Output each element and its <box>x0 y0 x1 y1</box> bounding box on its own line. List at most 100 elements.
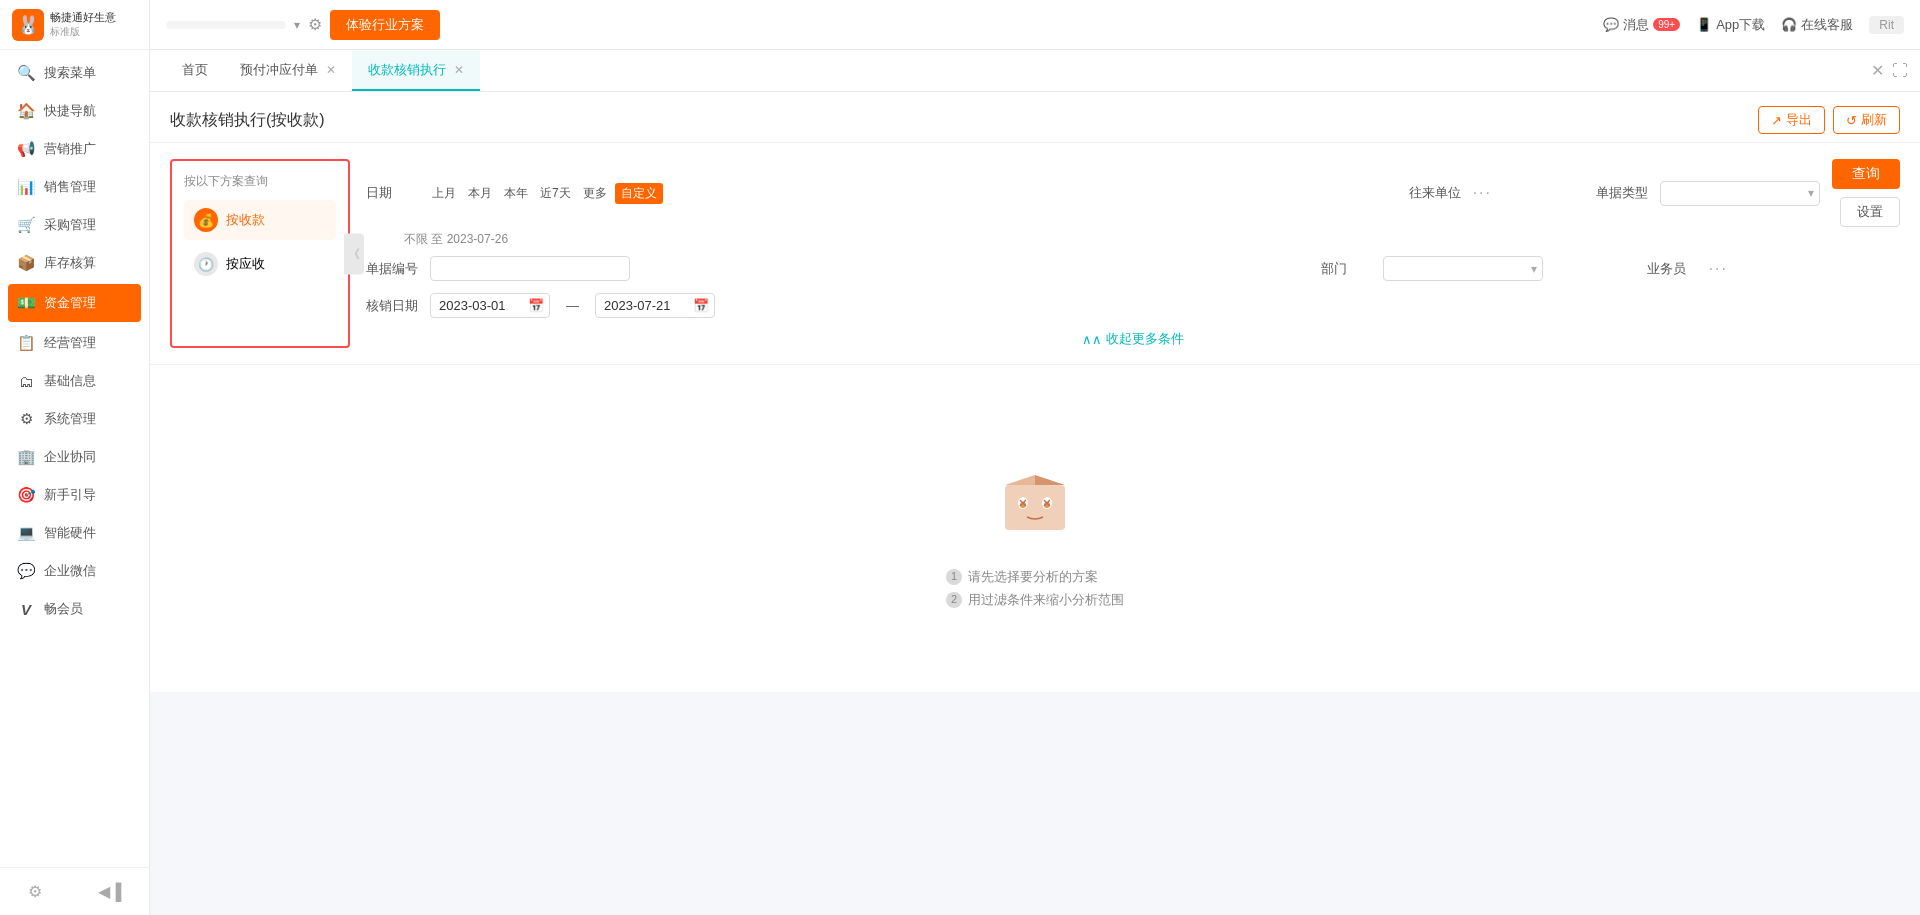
finance-icon: 💵 <box>16 294 36 312</box>
topbar-dropdown-arrow[interactable]: ▾ <box>294 18 300 32</box>
refresh-button[interactable]: ↺ 刷新 <box>1833 106 1900 134</box>
marketing-icon: 📢 <box>16 140 36 158</box>
verify-date-start-icon: 📅 <box>528 298 544 313</box>
sidebar-item-member[interactable]: V 畅会员 <box>0 590 149 628</box>
message-icon: 💬 <box>1603 17 1619 32</box>
sidebar-item-label: 营销推广 <box>44 140 96 158</box>
query-option-by-receivable[interactable]: 🕐 按应收 <box>184 244 336 284</box>
sidebar-item-basic-info[interactable]: 🗂 基础信息 <box>0 362 149 400</box>
sidebar-item-operations[interactable]: 📋 经营管理 <box>0 324 149 362</box>
date-label: 日期 <box>366 184 416 202</box>
tip-row-2: 2 用过滤条件来缩小分析范围 <box>946 588 1124 611</box>
message-item[interactable]: 💬 消息 99+ <box>1603 16 1680 34</box>
tab-receivable-close[interactable]: ✕ <box>454 63 464 77</box>
filter-area: 按以下方案查询 💰 按收款 🕐 按应收 《 日期 上月 <box>150 143 1920 365</box>
last-month-btn[interactable]: 上月 <box>428 183 460 204</box>
refresh-icon: ↺ <box>1846 113 1857 128</box>
settings-footer-btn[interactable]: ⚙ <box>22 876 48 907</box>
custom-date-btn[interactable]: 自定义 <box>615 183 663 204</box>
collapse-sidebar-btn[interactable]: ◀▐ <box>92 876 127 907</box>
tab-close-all-icon[interactable]: ✕ <box>1871 61 1884 80</box>
topbar-left: ▾ ⚙ 体验行业方案 <box>166 10 440 40</box>
doc-no-input[interactable] <box>430 256 630 281</box>
dept-select[interactable] <box>1383 256 1543 281</box>
doc-type-label: 单据类型 <box>1596 184 1648 202</box>
dept-arrow-icon: ▾ <box>1531 262 1537 276</box>
page-actions: ↗ 导出 ↺ 刷新 <box>1758 106 1900 134</box>
sidebar-item-inventory[interactable]: 📦 库存核算 <box>0 244 149 282</box>
export-icon: ↗ <box>1771 113 1782 128</box>
system-icon: ⚙ <box>16 410 36 428</box>
sidebar-item-label: 企业微信 <box>44 562 96 580</box>
svg-marker-2 <box>1035 475 1065 485</box>
wechat-icon: 💬 <box>16 562 36 580</box>
receipt-icon: 💰 <box>194 208 218 232</box>
collapse-more-label: 收起更多条件 <box>1106 330 1184 348</box>
sidebar-item-sales[interactable]: 📊 销售管理 <box>0 168 149 206</box>
sidebar-item-finance[interactable]: 💵 资金管理 <box>8 284 141 322</box>
user-avatar[interactable]: Rit <box>1869 16 1904 34</box>
member-icon: V <box>16 601 36 618</box>
settings-sm-button[interactable]: 设置 <box>1840 197 1900 227</box>
more-date-btn[interactable]: 更多 <box>579 183 611 204</box>
query-option-receipt-label: 按收款 <box>226 211 265 229</box>
sidebar-item-marketing[interactable]: 📢 营销推广 <box>0 130 149 168</box>
logo-name: 畅捷通好生意 <box>50 10 116 24</box>
sidebar-item-label: 经营管理 <box>44 334 96 352</box>
tip-text-1: 请先选择要分析的方案 <box>968 565 1098 588</box>
sidebar-item-label: 库存核算 <box>44 254 96 272</box>
tab-receivable[interactable]: 收款核销执行 ✕ <box>352 51 480 91</box>
purchase-icon: 🛒 <box>16 216 36 234</box>
sidebar-item-quicknav[interactable]: 🏠 快捷导航 <box>0 92 149 130</box>
this-month-btn[interactable]: 本月 <box>464 183 496 204</box>
tabbar: 首页 预付冲应付单 ✕ 收款核销执行 ✕ ✕ ⛶ <box>150 50 1920 92</box>
message-badge: 99+ <box>1653 18 1680 31</box>
query-panel-title: 按以下方案查询 <box>184 173 336 190</box>
export-button[interactable]: ↗ 导出 <box>1758 106 1825 134</box>
sidebar-item-label: 搜索菜单 <box>44 64 96 82</box>
topbar-settings-icon[interactable]: ⚙ <box>308 15 322 34</box>
this-year-btn[interactable]: 本年 <box>500 183 532 204</box>
sidebar-item-hardware[interactable]: 💻 智能硬件 <box>0 514 149 552</box>
sales-dots[interactable]: ··· <box>1709 260 1728 278</box>
online-service-item[interactable]: 🎧 在线客服 <box>1781 16 1853 34</box>
query-option-by-receipt[interactable]: 💰 按收款 <box>184 200 336 240</box>
home-icon: 🏠 <box>16 102 36 120</box>
sidebar-item-wechat[interactable]: 💬 企业微信 <box>0 552 149 590</box>
filter-row-1: 日期 上月 本月 本年 近7天 更多 自定义 往来单位 ··· 单据类型 <box>366 159 1900 227</box>
doc-type-select[interactable] <box>1660 181 1820 206</box>
last-7-days-btn[interactable]: 近7天 <box>536 183 575 204</box>
sidebar-item-purchase[interactable]: 🛒 采购管理 <box>0 206 149 244</box>
sidebar-item-enterprise[interactable]: 🏢 企业协同 <box>0 438 149 476</box>
app-download-item[interactable]: 📱 App下载 <box>1696 16 1765 34</box>
topbar-brand <box>166 21 286 29</box>
online-service-label: 在线客服 <box>1801 16 1853 34</box>
tab-prepay-close[interactable]: ✕ <box>326 63 336 77</box>
tip-num-2: 2 <box>946 592 962 608</box>
page-title: 收款核销执行(按收款) <box>170 110 325 131</box>
tab-expand-icon[interactable]: ⛶ <box>1892 62 1908 80</box>
sidebar-item-label: 系统管理 <box>44 410 96 428</box>
sidebar-item-guide[interactable]: 🎯 新手引导 <box>0 476 149 514</box>
tab-prepay-label: 预付冲应付单 <box>240 61 318 79</box>
filter-actions: 查询 设置 <box>1832 159 1900 227</box>
tab-prepay[interactable]: 预付冲应付单 ✕ <box>224 51 352 91</box>
sidebar-item-search[interactable]: 🔍 搜索菜单 <box>0 54 149 92</box>
industry-solution-button[interactable]: 体验行业方案 <box>330 10 440 40</box>
sidebar-nav: 🔍 搜索菜单 🏠 快捷导航 📢 营销推广 📊 销售管理 🛒 采购管理 📦 库存核… <box>0 50 149 867</box>
search-icon: 🔍 <box>16 64 36 82</box>
date-separator: — <box>562 298 583 313</box>
filter-row-3: 核销日期 📅 — 📅 <box>366 293 1900 318</box>
headset-icon: 🎧 <box>1781 17 1797 32</box>
counterpart-dots[interactable]: ··· <box>1473 184 1492 202</box>
collapse-more-btn[interactable]: ∧∧ 收起更多条件 <box>366 330 1900 348</box>
collapse-query-panel-btn[interactable]: 《 <box>344 233 364 274</box>
query-button[interactable]: 查询 <box>1832 159 1900 189</box>
sidebar-item-label: 畅会员 <box>44 600 83 618</box>
sales-icon: 📊 <box>16 178 36 196</box>
sidebar-item-label: 智能硬件 <box>44 524 96 542</box>
svg-marker-1 <box>1005 475 1035 485</box>
tab-home[interactable]: 首页 <box>166 51 224 91</box>
verify-date-end-icon: 📅 <box>693 298 709 313</box>
sidebar-item-system[interactable]: ⚙ 系统管理 <box>0 400 149 438</box>
